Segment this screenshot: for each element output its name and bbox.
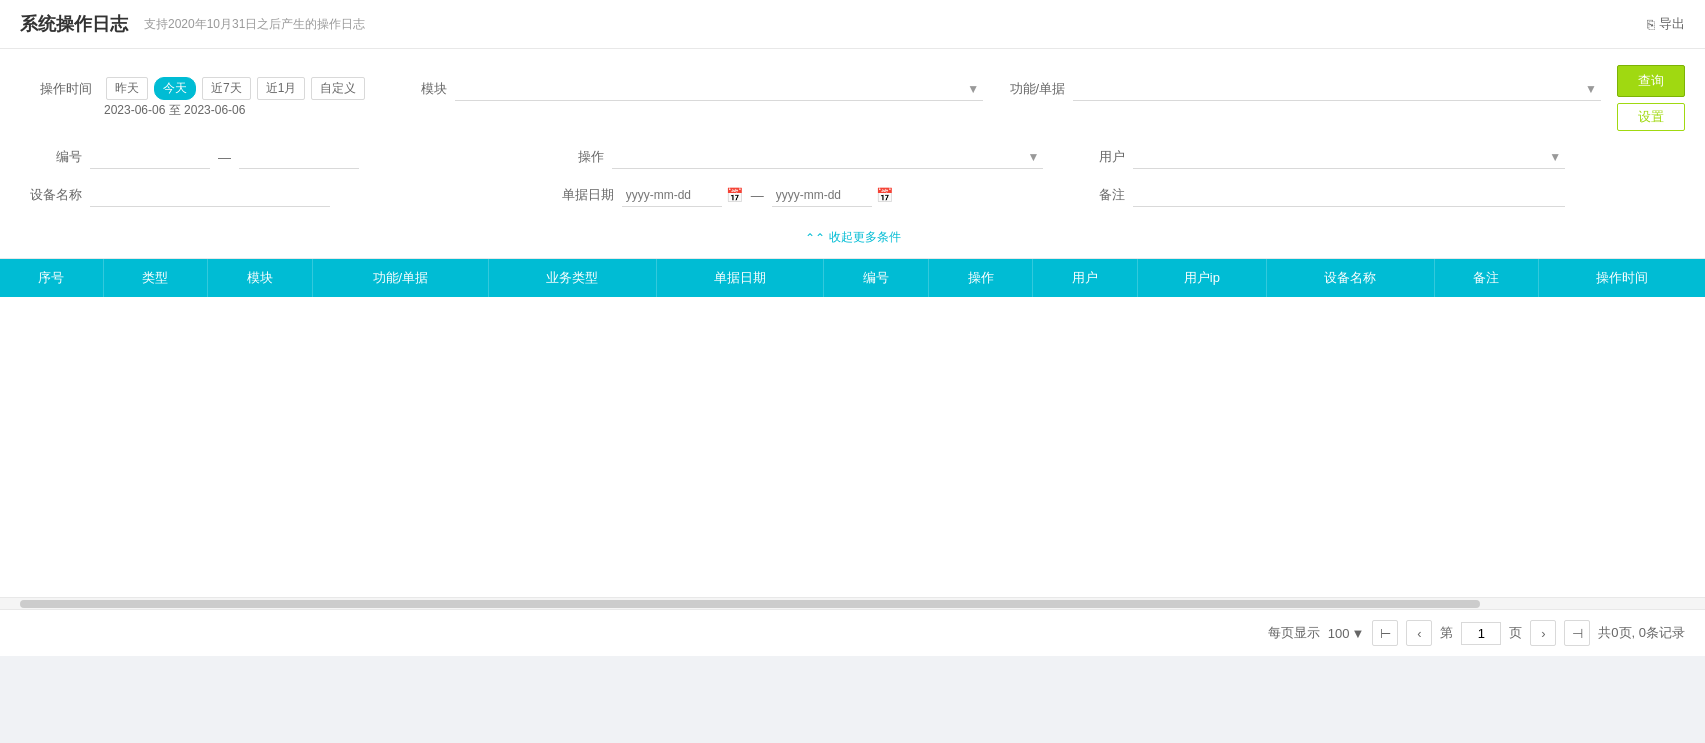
- module-filter: 模块 ▼: [385, 77, 983, 101]
- horizontal-scrollbar[interactable]: [0, 597, 1705, 609]
- voucher-date-label: 单据日期: [542, 186, 622, 204]
- empty-area: [0, 297, 1705, 597]
- user-filter: 用户 ▼: [1063, 145, 1565, 169]
- table-section: 序号 类型 模块 功能/单据 业务类型 单据日期 编号 操作 用户 用户ip 设…: [0, 259, 1705, 597]
- user-select-wrapper: ▼: [1133, 145, 1565, 169]
- next-page-button[interactable]: ›: [1530, 620, 1556, 646]
- user-input[interactable]: [1133, 145, 1565, 169]
- user-label: 用户: [1063, 148, 1133, 166]
- remark-label: 备注: [1063, 186, 1133, 204]
- number-to-input[interactable]: [239, 145, 359, 169]
- time-btn-1month[interactable]: 近1月: [257, 77, 306, 100]
- number-from-input[interactable]: [90, 145, 210, 169]
- function-select-wrapper: ▼: [1073, 77, 1601, 101]
- operation-select-wrapper: ▼: [612, 145, 1044, 169]
- function-label: 功能/单据: [1003, 80, 1073, 98]
- time-label: 操作时间: [20, 80, 100, 98]
- page-subtitle: 支持2020年10月31日之后产生的操作日志: [144, 16, 365, 33]
- time-range-display: 2023-06-06 至 2023-06-06: [104, 103, 245, 117]
- operation-input[interactable]: [612, 145, 1044, 169]
- calendar-from-icon[interactable]: 📅: [726, 187, 743, 203]
- col-user: 用户: [1033, 259, 1137, 297]
- function-input[interactable]: [1073, 77, 1601, 101]
- device-input[interactable]: [90, 183, 330, 207]
- time-btn-today[interactable]: 今天: [154, 77, 196, 100]
- table-header-row: 序号 类型 模块 功能/单据 业务类型 单据日期 编号 操作 用户 用户ip 设…: [0, 259, 1705, 297]
- page-header: 系统操作日志 支持2020年10月31日之后产生的操作日志 ⎘ 导出: [0, 0, 1705, 49]
- time-btn-yesterday[interactable]: 昨天: [106, 77, 148, 100]
- calendar-to-icon[interactable]: 📅: [876, 187, 893, 203]
- collapse-icon: ⌃⌃: [805, 231, 825, 245]
- page-size-label: 每页显示: [1268, 624, 1320, 642]
- scrollbar-thumb: [20, 600, 1480, 608]
- page-label: 第: [1440, 624, 1453, 642]
- col-biz-type: 业务类型: [489, 259, 657, 297]
- collapse-label: 收起更多条件: [829, 229, 901, 246]
- col-remark: 备注: [1434, 259, 1538, 297]
- page-title: 系统操作日志: [20, 12, 128, 36]
- col-module: 模块: [208, 259, 312, 297]
- device-label: 设备名称: [20, 186, 90, 204]
- total-label: 共0页, 0条记录: [1598, 624, 1685, 642]
- remark-filter: 备注: [1063, 183, 1565, 207]
- number-label: 编号: [20, 148, 90, 166]
- export-icon: ⎘: [1647, 17, 1655, 32]
- page-size-arrow: ▼: [1351, 626, 1364, 641]
- date-dash: —: [743, 188, 772, 203]
- time-filter-group: 昨天 今天 近7天 近1月 自定义: [106, 77, 365, 100]
- number-filter: 编号 —: [20, 145, 522, 169]
- filter-panel: 操作时间 昨天 今天 近7天 近1月 自定义 2023-06-06 至 2023…: [0, 49, 1705, 259]
- time-btn-7days[interactable]: 近7天: [202, 77, 251, 100]
- module-input[interactable]: [455, 77, 983, 101]
- page-end-label: 页: [1509, 624, 1522, 642]
- col-voucher-date: 单据日期: [656, 259, 824, 297]
- date-to-input[interactable]: [772, 184, 872, 207]
- query-button[interactable]: 查询: [1617, 65, 1685, 97]
- date-to-wrapper: 📅: [772, 184, 893, 207]
- operation-label: 操作: [542, 148, 612, 166]
- date-from-wrapper: 📅: [622, 184, 743, 207]
- col-op-time: 操作时间: [1538, 259, 1705, 297]
- collapse-bar[interactable]: ⌃⌃ 收起更多条件: [20, 221, 1685, 250]
- number-dash: —: [210, 150, 239, 165]
- page-size-value: 100: [1328, 626, 1350, 641]
- filter-row-2: 编号 — 操作 ▼ 用户 ▼: [20, 145, 1685, 169]
- col-device: 设备名称: [1266, 259, 1434, 297]
- date-from-input[interactable]: [622, 184, 722, 207]
- function-filter: 功能/单据 ▼: [1003, 77, 1601, 101]
- voucher-date-filter: 单据日期 📅 — 📅: [542, 184, 1044, 207]
- time-btn-custom[interactable]: 自定义: [311, 77, 365, 100]
- module-select-wrapper: ▼: [455, 77, 983, 101]
- prev-page-button[interactable]: ‹: [1406, 620, 1432, 646]
- action-buttons: 查询 设置: [1617, 65, 1685, 131]
- page-number-input[interactable]: [1461, 622, 1501, 645]
- data-table: 序号 类型 模块 功能/单据 业务类型 单据日期 编号 操作 用户 用户ip 设…: [0, 259, 1705, 297]
- page-size-selector[interactable]: 100 ▼: [1328, 626, 1365, 641]
- col-operation: 操作: [928, 259, 1032, 297]
- module-label: 模块: [385, 80, 455, 98]
- last-page-button[interactable]: ⊣: [1564, 620, 1590, 646]
- first-page-button[interactable]: ⊢: [1372, 620, 1398, 646]
- col-user-ip: 用户ip: [1137, 259, 1266, 297]
- filter-row-1: 操作时间 昨天 今天 近7天 近1月 自定义 2023-06-06 至 2023…: [20, 65, 1685, 131]
- col-code: 编号: [824, 259, 928, 297]
- pagination-bar: 每页显示 100 ▼ ⊢ ‹ 第 页 › ⊣ 共0页, 0条记录: [0, 609, 1705, 656]
- settings-button[interactable]: 设置: [1617, 103, 1685, 131]
- operation-filter: 操作 ▼: [542, 145, 1044, 169]
- filter-row-3: 设备名称 单据日期 📅 — 📅 备注: [20, 183, 1685, 207]
- remark-input[interactable]: [1133, 183, 1565, 207]
- col-type: 类型: [103, 259, 207, 297]
- device-filter: 设备名称: [20, 183, 522, 207]
- export-button[interactable]: ⎘ 导出: [1647, 15, 1685, 33]
- col-number: 序号: [0, 259, 103, 297]
- col-function: 功能/单据: [312, 259, 488, 297]
